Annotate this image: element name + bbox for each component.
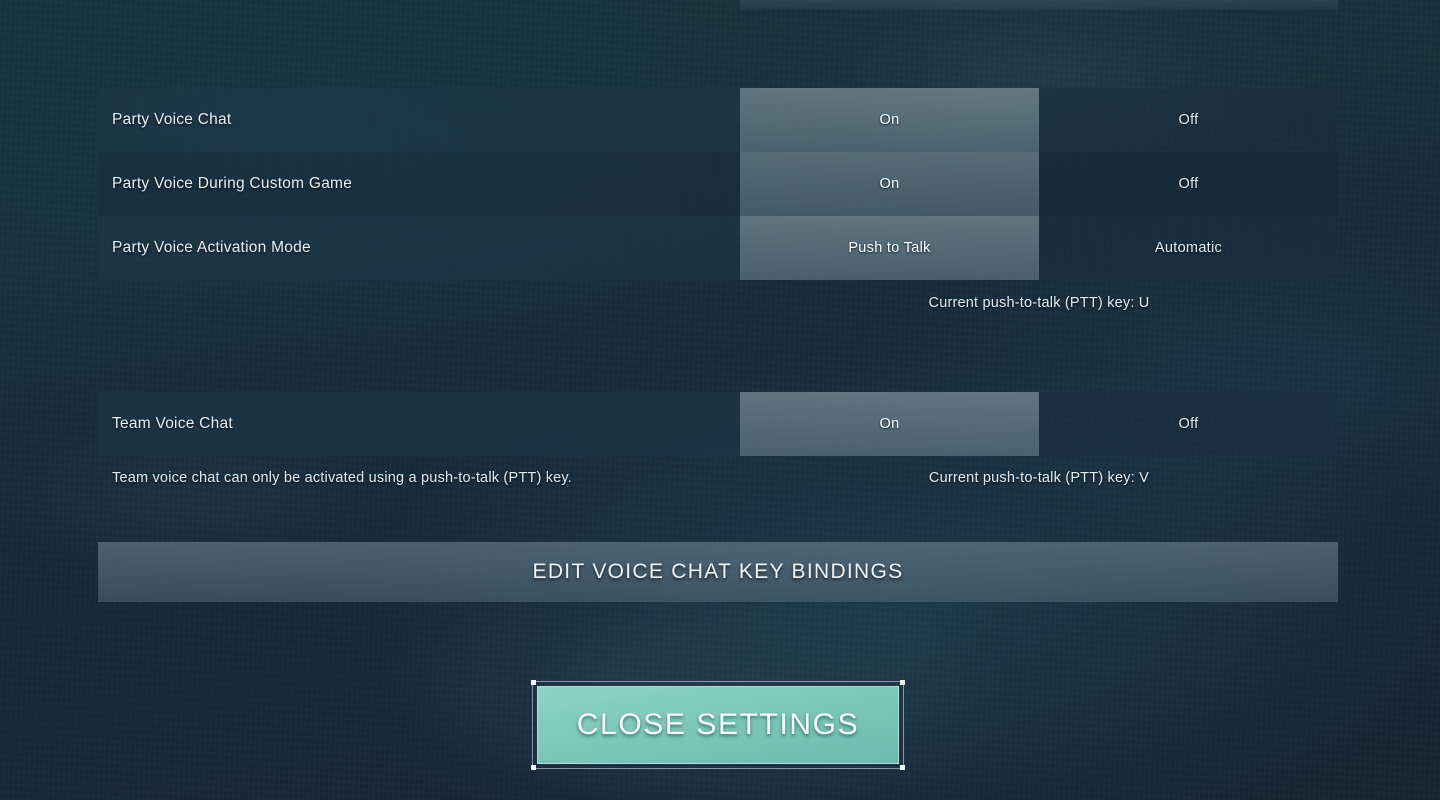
option-party-voice-custom-game-off[interactable]: Off [1039, 152, 1338, 216]
scrolled-row-stub [740, 0, 1338, 10]
team-voice-description: Team voice chat can only be activated us… [112, 470, 573, 486]
edit-voice-chat-key-bindings-label: EDIT VOICE CHAT KEY BINDINGS [532, 560, 904, 583]
party-ptt-key-note: Current push-to-talk (PTT) key: U [928, 295, 1150, 311]
option-activation-mode-push-to-talk[interactable]: Push to Talk [740, 216, 1039, 280]
setting-row-team-voice-chat: Team Voice Chat On Off [98, 392, 1338, 456]
option-party-voice-chat-on[interactable]: On [740, 88, 1039, 152]
setting-row-party-voice-activation-mode: Party Voice Activation Mode Push to Talk… [98, 216, 1338, 280]
option-team-voice-chat-on[interactable]: On [740, 392, 1039, 456]
team-voice-section: Team Voice Chat On Off [98, 392, 1338, 456]
option-party-voice-custom-game-on[interactable]: On [740, 152, 1039, 216]
close-settings-container: CLOSE SETTINGS [531, 680, 905, 770]
party-voice-section: Party Voice Chat On Off Party Voice Duri… [98, 88, 1338, 280]
option-team-voice-chat-off[interactable]: Off [1039, 392, 1338, 456]
edit-voice-chat-key-bindings-button[interactable]: EDIT VOICE CHAT KEY BINDINGS [98, 542, 1338, 602]
setting-label: Party Voice Chat [98, 88, 740, 152]
option-party-voice-chat-off[interactable]: Off [1039, 88, 1338, 152]
setting-label: Party Voice Activation Mode [98, 216, 740, 280]
focus-corner-dot-bottom-right [900, 765, 905, 770]
team-ptt-key-note: Current push-to-talk (PTT) key: V [928, 470, 1150, 486]
close-settings-button[interactable]: CLOSE SETTINGS [537, 686, 899, 764]
focus-corner-dot-bottom-left [531, 765, 536, 770]
setting-label: Team Voice Chat [98, 392, 740, 456]
focus-corner-dot-top-left [531, 680, 536, 685]
focus-corner-dot-top-right [900, 680, 905, 685]
option-activation-mode-automatic[interactable]: Automatic [1039, 216, 1338, 280]
settings-screen: Party Voice Chat On Off Party Voice Duri… [0, 0, 1440, 800]
setting-row-party-voice-custom-game: Party Voice During Custom Game On Off [98, 152, 1338, 216]
setting-label: Party Voice During Custom Game [98, 152, 740, 216]
setting-row-party-voice-chat: Party Voice Chat On Off [98, 88, 1338, 152]
close-settings-label: CLOSE SETTINGS [576, 708, 860, 741]
